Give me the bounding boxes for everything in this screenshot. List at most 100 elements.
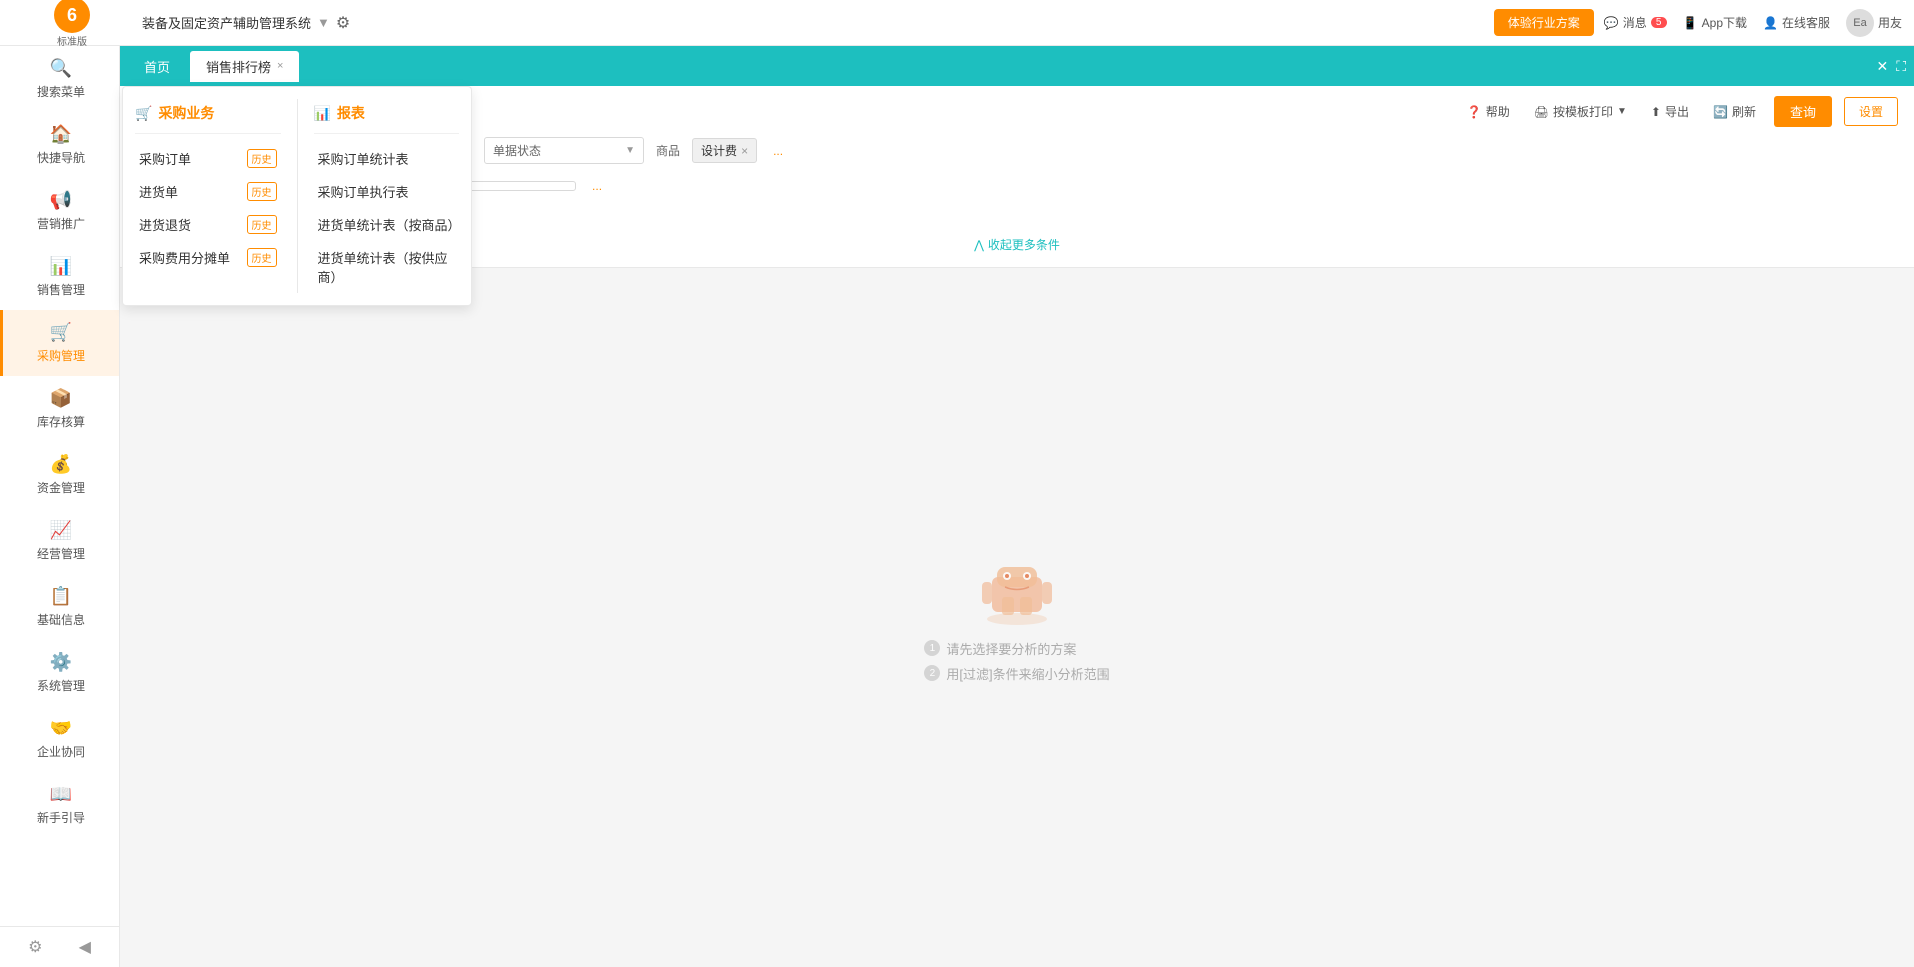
help-btn[interactable]: ❓ 帮助 <box>1461 99 1516 124</box>
top-settings-icon[interactable]: ⚙ <box>336 13 350 33</box>
hist-badge-1: 历史 <box>247 182 277 201</box>
logo-area: 6 标准版 <box>12 0 132 48</box>
refresh-btn[interactable]: 🔄 刷新 <box>1707 99 1762 124</box>
main-content: 1 请先选择要分析的方案 2 用[过滤]条件来缩小分析范围 <box>120 268 1914 967</box>
top-bar: 6 标准版 装备及固定资产辅助管理系统 ▼ ⚙ 体验行业方案 💬 消息 5 📱 … <box>0 0 1914 46</box>
settings-btn[interactable]: 设置 <box>1844 97 1898 126</box>
sidebar-item-system[interactable]: ⚙️ 系统管理 <box>0 640 119 706</box>
hist-badge-2: 历史 <box>247 215 277 234</box>
refresh-icon: 🔄 <box>1713 105 1728 119</box>
tab-window-close-icon[interactable]: ✕ <box>1876 58 1888 75</box>
menu-label-purchase-expense: 采购费用分摊单 <box>139 248 230 267</box>
sidebar-label-system: 系统管理 <box>37 677 85 694</box>
menu-item-stock-stats-supplier[interactable]: 进货单统计表（按供应商） <box>314 241 460 293</box>
sidebar-label-basic: 基础信息 <box>37 611 85 628</box>
print-label: 按模板打印 <box>1553 103 1613 120</box>
report-col: 📊 报表 采购订单统计表 采购订单执行表 进货单统计表（按商品） 进货单统计表（… <box>302 99 472 293</box>
menu-label-purchase-order: 采购订单 <box>139 149 191 168</box>
sidebar-item-inventory[interactable]: 📦 库存核算 <box>0 376 119 442</box>
purchase-dropdown-menu: 🛒 采购业务 采购订单 历史 进货单 历史 进货退货 历史 采购费用分摊单 历史 <box>122 86 472 306</box>
help-label: 帮助 <box>1486 103 1510 120</box>
tab-sales-rank[interactable]: 销售排行榜 × <box>190 51 299 82</box>
sidebar-item-guide[interactable]: 📖 新手引导 <box>0 772 119 838</box>
sales-icon: 📊 <box>50 256 72 277</box>
menu-item-stock-stats-goods[interactable]: 进货单统计表（按商品） <box>314 208 460 241</box>
menu-item-stock-in[interactable]: 进货单 历史 <box>135 175 281 208</box>
empty-hints: 1 请先选择要分析的方案 2 用[过滤]条件来缩小分析范围 <box>924 639 1109 689</box>
sidebar-item-enterprise[interactable]: 🤝 企业协同 <box>0 706 119 772</box>
home-icon: 🏠 <box>50 124 72 145</box>
query-btn[interactable]: 查询 <box>1774 96 1832 127</box>
operations-icon: 📈 <box>50 520 72 541</box>
sidebar-label-quick: 快捷导航 <box>37 149 85 166</box>
menu-item-stock-return[interactable]: 进货退货 历史 <box>135 208 281 241</box>
messages-label: 消息 <box>1623 14 1647 31</box>
tab-home-label: 首页 <box>144 57 170 76</box>
business-icon: 🛒 <box>135 105 152 122</box>
tab-bar: 首页 销售排行榜 × ✕ ⛶ <box>120 46 1914 86</box>
marketing-icon: 📢 <box>50 190 72 211</box>
tab-sales-rank-label: 销售排行榜 <box>206 57 271 76</box>
status-select[interactable]: 单据状态 ▼ <box>484 137 644 164</box>
menu-item-purchase-order[interactable]: 采购订单 历史 <box>135 142 281 175</box>
tab-home[interactable]: 首页 <box>128 51 186 82</box>
goods-tag-remove[interactable]: × <box>741 144 748 158</box>
collapse-btn[interactable]: ⋀ 收起更多条件 <box>974 236 1060 253</box>
settings-bottom-icon[interactable]: ⚙ <box>28 937 42 957</box>
sidebar-item-purchase[interactable]: 🛒 采购管理 <box>0 310 119 376</box>
user-label: 用友 <box>1878 14 1902 31</box>
menu-item-purchase-expense[interactable]: 采购费用分摊单 历史 <box>135 241 281 274</box>
system-dropdown-arrow[interactable]: ▼ <box>317 15 330 30</box>
goods-more-btn[interactable]: ... <box>773 144 783 158</box>
phone-icon: 📱 <box>1683 16 1698 30</box>
online-service-item[interactable]: 👤 在线客服 <box>1763 14 1830 31</box>
sidebar-item-operations[interactable]: 📈 经营管理 <box>0 508 119 574</box>
menu-item-order-stats[interactable]: 采购订单统计表 <box>314 142 460 175</box>
sidebar-label-search: 搜索菜单 <box>37 83 85 100</box>
menu-label-order-stats: 采购订单统计表 <box>318 149 409 168</box>
sidebar-item-search[interactable]: 🔍 搜索菜单 <box>0 46 119 112</box>
system-title: 装备及固定资产辅助管理系统 ▼ ⚙ <box>142 13 1484 33</box>
menu-label-order-exec: 采购订单执行表 <box>318 182 409 201</box>
basic-icon: 📋 <box>50 586 72 607</box>
goods-tag: 设计费 × <box>692 138 757 163</box>
tab-close-icon[interactable]: × <box>277 60 283 72</box>
user-item[interactable]: Ea 用友 <box>1846 9 1902 37</box>
hint-dot-2: 2 <box>924 665 940 681</box>
sidebar-item-quick[interactable]: 🏠 快捷导航 <box>0 112 119 178</box>
dropdown-columns: 🛒 采购业务 采购订单 历史 进货单 历史 进货退货 历史 采购费用分摊单 历史 <box>123 99 471 293</box>
salesperson-more-btn[interactable]: ... <box>592 179 602 193</box>
messages-badge: 5 <box>1651 17 1667 28</box>
top-right-area: 💬 消息 5 📱 App下载 👤 在线客服 Ea 用友 <box>1604 9 1902 37</box>
collapse-sidebar-icon[interactable]: ◀ <box>79 937 91 957</box>
sidebar-item-basic[interactable]: 📋 基础信息 <box>0 574 119 640</box>
sidebar-item-sales[interactable]: 📊 销售管理 <box>0 244 119 310</box>
messages-item[interactable]: 💬 消息 5 <box>1604 14 1667 31</box>
sidebar-label-marketing: 营销推广 <box>37 215 85 232</box>
report-title: 报表 <box>337 103 365 123</box>
sidebar: 🔍 搜索菜单 🏠 快捷导航 📢 营销推广 📊 销售管理 🛒 采购管理 📦 库存核… <box>0 46 120 967</box>
app-download-item[interactable]: 📱 App下载 <box>1683 14 1747 31</box>
sidebar-label-purchase: 采购管理 <box>37 347 85 364</box>
hist-badge-0: 历史 <box>247 149 277 168</box>
business-title: 采购业务 <box>158 103 214 123</box>
sidebar-item-finance[interactable]: 💰 资金管理 <box>0 442 119 508</box>
menu-item-order-exec[interactable]: 采购订单执行表 <box>314 175 460 208</box>
print-icon: 🖨 <box>1534 105 1549 119</box>
report-col-title: 📊 报表 <box>314 99 460 134</box>
print-arrow: ▼ <box>1617 106 1627 117</box>
empty-illustration <box>967 547 1067 627</box>
online-service-label: 在线客服 <box>1782 14 1830 31</box>
report-icon: 📊 <box>314 105 331 122</box>
print-btn[interactable]: 🖨 按模板打印 ▼ <box>1528 99 1633 124</box>
hint-2: 2 用[过滤]条件来缩小分析范围 <box>924 664 1109 683</box>
sidebar-label-inventory: 库存核算 <box>37 413 85 430</box>
menu-label-stock-return: 进货退货 <box>139 215 191 234</box>
goods-label: 商品 <box>656 142 680 159</box>
industry-btn[interactable]: 体验行业方案 <box>1494 9 1594 36</box>
tab-fullscreen-icon[interactable]: ⛶ <box>1896 58 1906 75</box>
collapse-icon: ⋀ <box>974 238 984 252</box>
avatar-text: Ea <box>1853 17 1866 29</box>
export-btn[interactable]: ⬆ 导出 <box>1645 99 1695 124</box>
sidebar-item-marketing[interactable]: 📢 营销推广 <box>0 178 119 244</box>
